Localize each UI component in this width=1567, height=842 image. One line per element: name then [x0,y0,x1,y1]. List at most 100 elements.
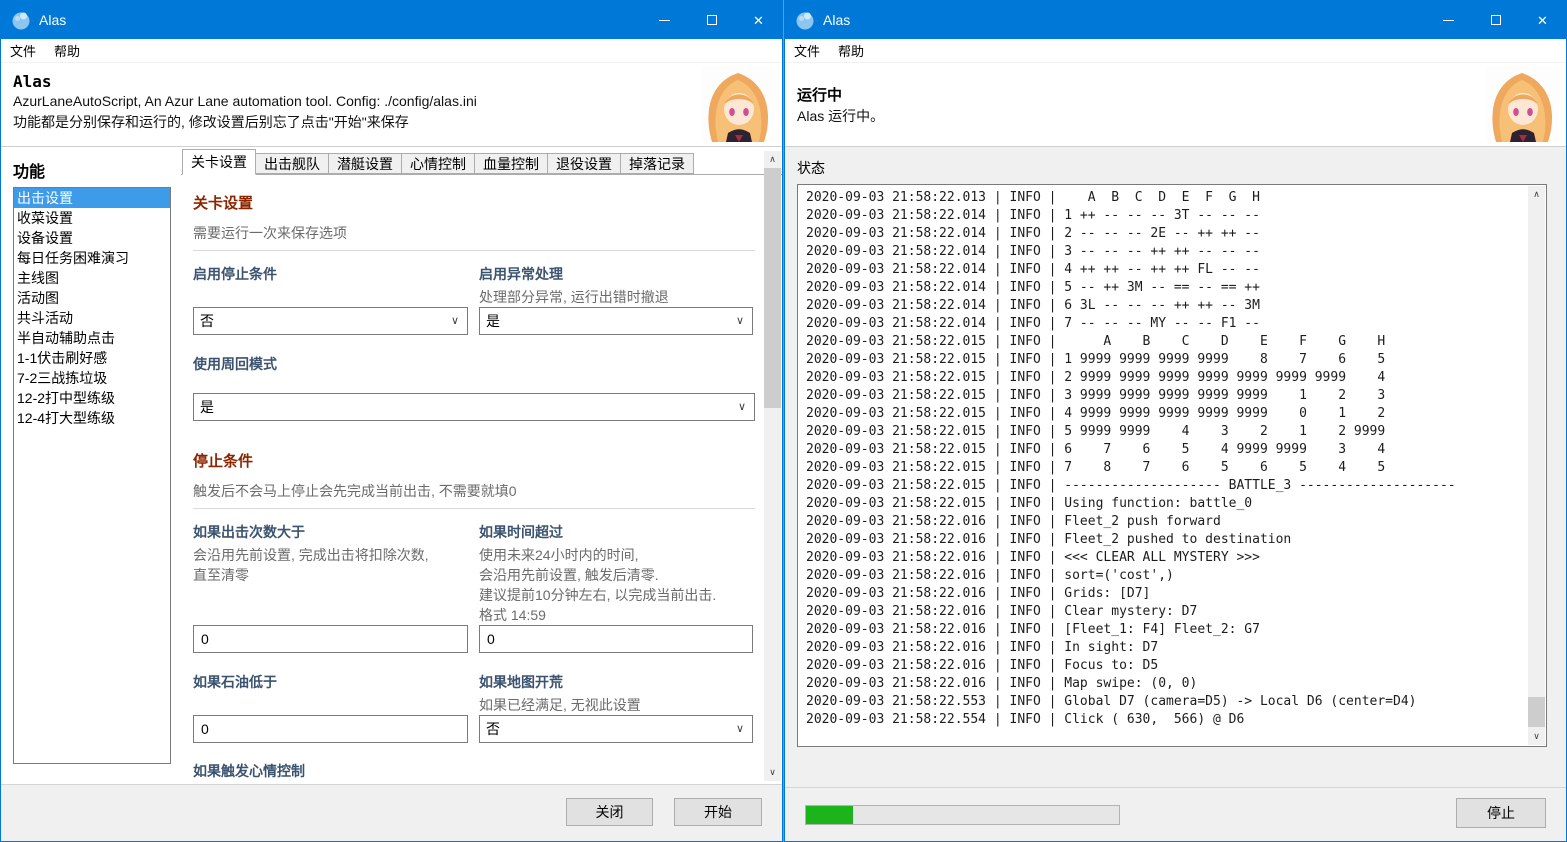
enable-exception-desc: 处理部分异常, 运行出错时撤退 [479,289,669,305]
sidebar-title: 功能 [13,164,46,181]
log-line: 2020-09-03 21:58:22.016 | INFO | Fleet_2… [806,514,1221,529]
if-map-clear-select[interactable]: 否 ∨ [479,715,753,743]
sidebar-item[interactable]: 12-4打大型练级 [14,408,170,428]
scroll-up-icon[interactable]: ∧ [764,151,781,168]
enable-stop-select[interactable]: 否 ∨ [193,307,468,335]
enable-stop-label: 启用停止条件 [193,266,277,282]
log-scrollbar[interactable]: ∧ ∨ [1528,186,1545,745]
stop-button[interactable]: 停止 [1456,798,1546,828]
log-line: 2020-09-03 21:58:22.014 | INFO | 2 -- --… [806,226,1260,241]
log-line: 2020-09-03 21:58:22.015 | INFO | 5 9999 … [806,424,1386,439]
log-line: 2020-09-03 21:58:22.016 | INFO | In sigh… [806,640,1159,655]
sidebar-item[interactable]: 1-1伏击刷好感 [14,348,170,368]
log-line: 2020-09-03 21:58:22.015 | INFO | 6 7 6 5… [806,442,1386,457]
tab[interactable]: 退役设置 [547,153,621,174]
if-oil-input[interactable] [193,715,468,743]
scroll-down-icon[interactable]: ∨ [1528,728,1545,745]
runner-header: 运行中 Alas 运行中。 [785,63,1566,147]
tab[interactable]: 出击舰队 [255,153,329,174]
tab[interactable]: 潜艇设置 [328,153,402,174]
log-line: 2020-09-03 21:58:22.014 | INFO | 4 ++ ++… [806,262,1260,277]
menu-item[interactable]: 文件 [1,39,45,62]
maximize-button[interactable] [688,1,735,39]
sidebar-item[interactable]: 设备设置 [14,228,170,248]
enable-exception-select[interactable]: 是 ∨ [479,307,753,335]
log-line: 2020-09-03 21:58:22.015 | INFO | A B C D… [806,334,1386,349]
log-line: 2020-09-03 21:58:22.016 | INFO | [Fleet_… [806,622,1260,637]
function-listbox: 出击设置 收菜设置 设备设置 每日任务困难演习 主线图 活动图 共斗活动 半自动辅助点击 1-1… [13,187,171,764]
menu-item[interactable]: 文件 [785,39,829,62]
sidebar-item[interactable]: 共斗活动 [14,308,170,328]
alas-settings-window: Alas ✕ 文件 帮助 Alas AzurLaneAutoScript, An … [0,0,783,842]
menu-item[interactable]: 帮助 [45,39,89,62]
chevron-down-icon: ∨ [735,315,744,327]
empty-desc [193,695,468,715]
if-time-input[interactable] [479,625,753,653]
scrollbar-thumb[interactable] [764,168,781,408]
log-line: 2020-09-03 21:58:22.016 | INFO | Focus t… [806,658,1159,673]
section-title-stop: 停止条件 [193,453,254,470]
app-name: Alas [13,72,52,91]
close-icon: ✕ [1537,12,1548,28]
tab[interactable]: 血量控制 [474,153,548,174]
enable-stop-value: 否 [200,313,214,329]
minimize-button[interactable] [1425,1,1472,39]
log-line: 2020-09-03 21:58:22.014 | INFO | 6 3L --… [806,298,1260,313]
log-line: 2020-09-03 21:58:22.016 | INFO | <<< CLE… [806,550,1260,565]
log-lines: 2020-09-03 21:58:22.013 | INFO | A B C D… [798,185,1546,729]
log-line: 2020-09-03 21:58:22.015 | INFO | 3 9999 … [806,388,1386,403]
tab[interactable]: 掉落记录 [620,153,694,174]
chevron-down-icon: ∨ [737,401,746,413]
log-output: 2020-09-03 21:58:22.013 | INFO | A B C D… [797,184,1547,747]
alas-logo-icon [11,10,31,30]
section-desc-stop: 触发后不会马上停止会先完成当前出击, 不需要就填0 [193,483,517,499]
tab[interactable]: 关卡设置 [182,149,256,175]
window-controls: ✕ [1425,1,1566,39]
close-window-button[interactable]: ✕ [735,1,782,39]
close-app-button[interactable]: 关闭 [566,798,653,826]
menu-item[interactable]: 帮助 [829,39,873,62]
close-window-button[interactable]: ✕ [1519,1,1566,39]
avatar [702,67,775,142]
footer-divider [785,787,1566,788]
maximize-button[interactable] [1472,1,1519,39]
log-line: 2020-09-03 21:58:22.016 | INFO | Map swi… [806,676,1198,691]
app-hint: 功能都是分别保存和运行的, 修改设置后别忘了点击"开始"来保存 [13,114,409,130]
footer: 关闭 开始 [1,784,782,841]
chevron-down-icon: ∨ [450,315,459,327]
log-line: 2020-09-03 21:58:22.015 | INFO | -------… [806,478,1456,493]
tabstrip: 关卡设置 出击舰队 潜艇设置 心情控制 血量控制 退役设置 掉落记录 [182,149,694,175]
alas-logo-icon [795,10,815,30]
minimize-button[interactable] [641,1,688,39]
window-title: Alas [823,12,851,28]
if-map-clear-desc: 如果已经满足, 无视此设置 [479,697,641,713]
loop-mode-select[interactable]: 是 ∨ [193,393,755,421]
if-count-input[interactable] [193,625,468,653]
divider [193,508,755,509]
scrollbar-thumb[interactable] [1528,697,1545,727]
scroll-up-icon[interactable]: ∧ [1528,186,1545,203]
minimize-icon [1443,19,1454,21]
status-label: 状态 [797,160,825,176]
runner-status-title: 运行中 [797,87,843,104]
chevron-down-icon: ∨ [735,723,744,735]
sidebar-item[interactable]: 活动图 [14,288,170,308]
sidebar-item[interactable]: 半自动辅助点击 [14,328,170,348]
sidebar-item[interactable]: 收菜设置 [14,208,170,228]
panel-scrollbar[interactable]: ∧ ∨ [764,151,781,781]
maximize-icon [706,15,717,25]
sidebar-item[interactable]: 每日任务困难演习 [14,248,170,268]
titlebar: Alas ✕ [1,1,782,39]
sidebar-item[interactable]: 出击设置 [14,188,170,208]
sidebar-item[interactable]: 12-2打中型练级 [14,388,170,408]
close-icon: ✕ [753,12,764,28]
start-button[interactable]: 开始 [674,798,762,826]
alas-runner-window: Alas ✕ 文件 帮助 运行中 Alas 运行中。 状态 2020-09-03 … [784,0,1567,842]
sidebar-item[interactable]: 7-2三战拣垃圾 [14,368,170,388]
log-line: 2020-09-03 21:58:22.016 | INFO | Fleet_2… [806,532,1292,547]
tab[interactable]: 心情控制 [401,153,475,174]
enable-exception-label: 启用异常处理 [479,266,563,282]
scroll-down-icon[interactable]: ∨ [764,764,781,781]
sidebar-item[interactable]: 主线图 [14,268,170,288]
maximize-icon [1490,15,1501,25]
